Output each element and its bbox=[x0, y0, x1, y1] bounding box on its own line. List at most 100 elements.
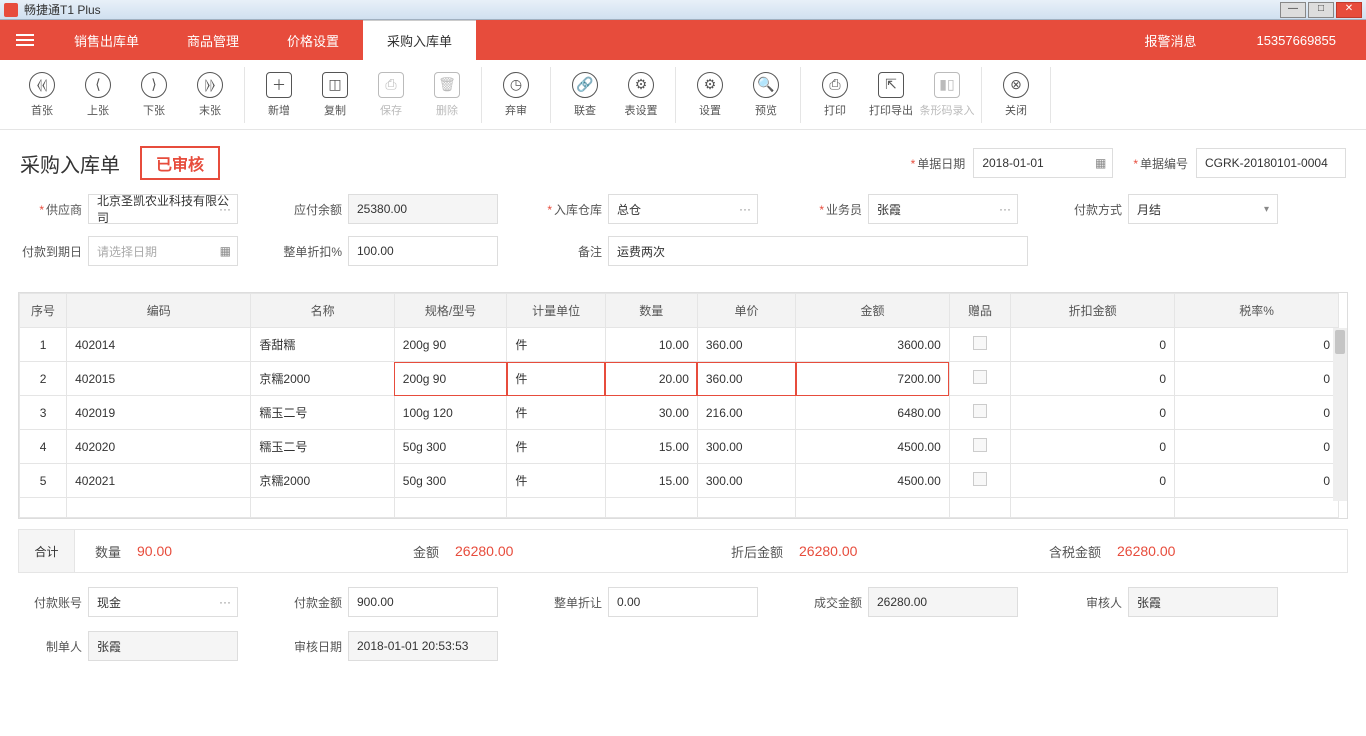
联查-icon: 🔗 bbox=[572, 72, 598, 98]
tb-上张[interactable]: ⟨上张 bbox=[70, 68, 126, 122]
col-header[interactable]: 数量 bbox=[605, 294, 697, 328]
window-titlebar: 畅捷通T1 Plus — □ ✕ bbox=[0, 0, 1366, 20]
window-title: 畅捷通T1 Plus bbox=[24, 1, 1280, 18]
warehouse-field[interactable]: 总仓··· bbox=[608, 194, 758, 224]
window-close[interactable]: ✕ bbox=[1336, 2, 1362, 18]
col-header[interactable]: 编码 bbox=[67, 294, 251, 328]
paymethod-field[interactable]: 月结▾ bbox=[1128, 194, 1278, 224]
col-header[interactable]: 单价 bbox=[697, 294, 795, 328]
doc-num-label: 单据编号 bbox=[1140, 157, 1188, 171]
col-header[interactable]: 序号 bbox=[20, 294, 67, 328]
col-header[interactable]: 规格/型号 bbox=[394, 294, 507, 328]
table-row[interactable]: 1402014香甜糯200g 90件10.00360.003600.0000 bbox=[20, 328, 1339, 362]
col-header[interactable]: 赠品 bbox=[949, 294, 1010, 328]
col-header[interactable]: 税率% bbox=[1175, 294, 1339, 328]
table-row[interactable]: 4402020糯玉二号50g 300件15.00300.004500.0000 bbox=[20, 430, 1339, 464]
tb-条形码录入: ▮▯条形码录入 bbox=[919, 68, 975, 122]
toolbar: ⦉⦉首张⟨上张⟩下张⦊⦊末张＋新增◫复制⎙保存🗑删除◷弃审🔗联查⚙表设置⚙设置🔍… bbox=[0, 60, 1366, 130]
gift-checkbox[interactable] bbox=[973, 370, 987, 384]
account-field[interactable]: 现金··· bbox=[88, 587, 238, 617]
table-row[interactable]: 3402019糯玉二号100g 120件30.00216.006480.0000 bbox=[20, 396, 1339, 430]
打印-icon: ⎙ bbox=[822, 72, 848, 98]
footer-form: 付款账号现金··· 付款金额900.00 整单折让0.00 成交金额26280.… bbox=[0, 573, 1366, 699]
预览-icon: 🔍 bbox=[753, 72, 779, 98]
menu-button[interactable] bbox=[0, 20, 50, 60]
remark-field[interactable]: 运费两次 bbox=[608, 236, 1028, 266]
nav-tab-1[interactable]: 商品管理 bbox=[163, 20, 263, 60]
新增-icon: ＋ bbox=[266, 72, 292, 98]
sales-field[interactable]: 张霞··· bbox=[868, 194, 1018, 224]
col-header[interactable]: 计量单位 bbox=[507, 294, 605, 328]
totals-bar: 合计 数量90.00 金额26280.00 折后金额26280.00 含税金额2… bbox=[18, 529, 1348, 573]
window-maximize[interactable]: □ bbox=[1308, 2, 1334, 18]
lookup-icon: ··· bbox=[219, 595, 231, 609]
doc-num-field[interactable]: CGRK-20180101-0004 bbox=[1196, 148, 1346, 178]
total-amount: 26280.00 bbox=[455, 543, 513, 559]
tb-关闭[interactable]: ⊗关闭 bbox=[988, 68, 1044, 122]
total-afterdisc: 26280.00 bbox=[799, 543, 857, 559]
lookup-icon: ··· bbox=[739, 202, 751, 216]
table-row[interactable]: 2402015京糯2000200g 90件20.00360.007200.000… bbox=[20, 362, 1339, 396]
下张-icon: ⟩ bbox=[141, 72, 167, 98]
gift-checkbox[interactable] bbox=[973, 404, 987, 418]
phone-number: 15357669855 bbox=[1256, 33, 1336, 48]
billdisc-field[interactable]: 0.00 bbox=[608, 587, 758, 617]
reviewer-field: 张霞 bbox=[1128, 587, 1278, 617]
maker-field: 张霞 bbox=[88, 631, 238, 661]
col-header[interactable]: 金额 bbox=[796, 294, 950, 328]
lookup-icon: ··· bbox=[219, 202, 231, 216]
tb-表设置[interactable]: ⚙表设置 bbox=[613, 68, 669, 122]
gift-checkbox[interactable] bbox=[973, 472, 987, 486]
弃审-icon: ◷ bbox=[503, 72, 529, 98]
复制-icon: ◫ bbox=[322, 72, 348, 98]
gift-checkbox[interactable] bbox=[973, 336, 987, 350]
条形码录入-icon: ▮▯ bbox=[934, 72, 960, 98]
tb-预览[interactable]: 🔍预览 bbox=[738, 68, 794, 122]
gift-checkbox[interactable] bbox=[973, 438, 987, 452]
deal-field: 26280.00 bbox=[868, 587, 1018, 617]
alarm-link[interactable]: 报警消息 bbox=[1144, 31, 1196, 50]
设置-icon: ⚙ bbox=[697, 72, 723, 98]
tb-联查[interactable]: 🔗联查 bbox=[557, 68, 613, 122]
首张-icon: ⦉⦉ bbox=[29, 72, 55, 98]
nav-tab-3[interactable]: 采购入库单 bbox=[363, 20, 476, 60]
nav-tab-0[interactable]: 销售出库单 bbox=[50, 20, 163, 60]
payamt-field[interactable]: 900.00 bbox=[348, 587, 498, 617]
tb-弃审[interactable]: ◷弃审 bbox=[488, 68, 544, 122]
关闭-icon: ⊗ bbox=[1003, 72, 1029, 98]
supplier-field[interactable]: 北京圣凯农业科技有限公司··· bbox=[88, 194, 238, 224]
tb-删除: 🗑删除 bbox=[419, 68, 475, 122]
chevron-down-icon: ▾ bbox=[1264, 204, 1269, 215]
calendar-icon: ▦ bbox=[1095, 156, 1106, 170]
doc-header: 采购入库单 已审核 *单据日期 2018-01-01▦ *单据编号 CGRK-2… bbox=[0, 130, 1366, 188]
tb-打印导出[interactable]: ⇱打印导出 bbox=[863, 68, 919, 122]
discount-field[interactable]: 100.00 bbox=[348, 236, 498, 266]
tb-末张[interactable]: ⦊⦊末张 bbox=[182, 68, 238, 122]
doc-date-label: 单据日期 bbox=[917, 157, 965, 171]
tb-首张[interactable]: ⦉⦉首张 bbox=[14, 68, 70, 122]
duedate-field[interactable]: 请选择日期▦ bbox=[88, 236, 238, 266]
tb-保存: ⎙保存 bbox=[363, 68, 419, 122]
打印导出-icon: ⇱ bbox=[878, 72, 904, 98]
tb-下张[interactable]: ⟩下张 bbox=[126, 68, 182, 122]
grid-vscroll[interactable] bbox=[1333, 328, 1347, 501]
tb-新增[interactable]: ＋新增 bbox=[251, 68, 307, 122]
grid-hscroll[interactable]: 序号编码名称规格/型号计量单位数量单价金额赠品折扣金额税率% 1402014香甜… bbox=[19, 293, 1347, 518]
tb-复制[interactable]: ◫复制 bbox=[307, 68, 363, 122]
table-row[interactable] bbox=[20, 498, 1339, 518]
app-icon bbox=[4, 3, 18, 17]
tb-打印[interactable]: ⎙打印 bbox=[807, 68, 863, 122]
末张-icon: ⦊⦊ bbox=[197, 72, 223, 98]
doc-date-field[interactable]: 2018-01-01▦ bbox=[973, 148, 1113, 178]
table-row[interactable]: 5402021京糯200050g 300件15.00300.004500.000… bbox=[20, 464, 1339, 498]
total-withtax: 26280.00 bbox=[1117, 543, 1175, 559]
tb-设置[interactable]: ⚙设置 bbox=[682, 68, 738, 122]
表设置-icon: ⚙ bbox=[628, 72, 654, 98]
window-minimize[interactable]: — bbox=[1280, 2, 1306, 18]
col-header[interactable]: 名称 bbox=[251, 294, 394, 328]
nav-tab-2[interactable]: 价格设置 bbox=[263, 20, 363, 60]
calendar-icon: ▦ bbox=[220, 244, 231, 258]
reviewdate-field: 2018-01-01 20:53:53 bbox=[348, 631, 498, 661]
col-header[interactable]: 折扣金额 bbox=[1011, 294, 1175, 328]
上张-icon: ⟨ bbox=[85, 72, 111, 98]
